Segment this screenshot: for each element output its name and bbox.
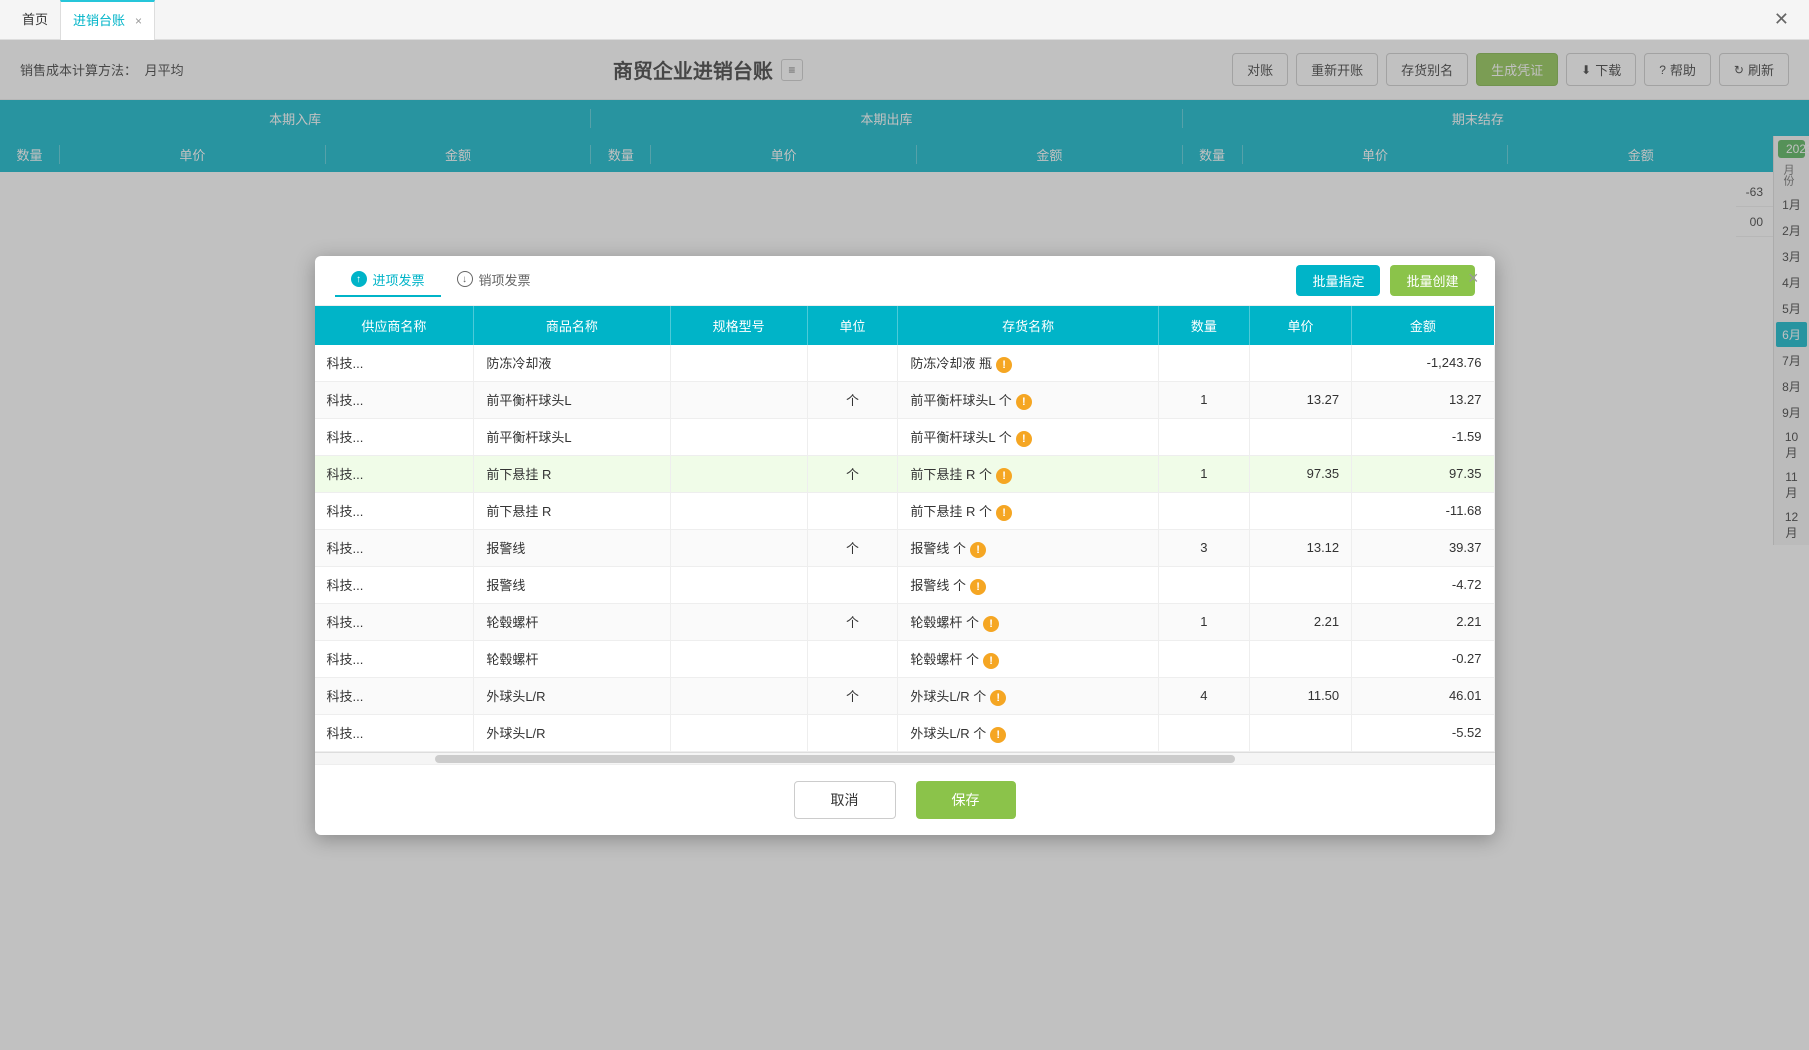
table-row[interactable]: 科技... 前下悬挂 R 个 前下悬挂 R 个! 1 97.35 97.35	[315, 455, 1495, 492]
sales-invoice-icon: ↓	[457, 271, 473, 287]
warning-icon: !	[970, 579, 986, 595]
col-supplier: 供应商名称	[315, 306, 474, 345]
modal-footer: 取消 保存	[315, 764, 1495, 835]
save-button[interactable]: 保存	[916, 781, 1016, 819]
table-row[interactable]: 科技... 轮毂螺杆 轮毂螺杆 个! -0.27	[315, 640, 1495, 677]
warning-icon: !	[996, 357, 1012, 373]
table-row[interactable]: 科技... 外球头L/R 个 外球头L/R 个! 4 11.50 46.01	[315, 677, 1495, 714]
tab-inbound-invoice[interactable]: ↑ 进项发票	[335, 264, 441, 297]
table-row[interactable]: 科技... 报警线 个 报警线 个! 3 13.12 39.37	[315, 529, 1495, 566]
modal-header: ↑ 进项发票 ↓ 销项发票 批量指定 批量创建	[315, 256, 1495, 306]
main-content: 销售成本计算方法： 月平均 商贸企业进销台账 ≡ 对账 重新开账 存货别名 生成…	[0, 40, 1809, 1050]
close-tab-icon[interactable]: ×	[135, 1, 142, 41]
col-quantity: 数量	[1158, 306, 1249, 345]
table-header-row: 供应商名称 商品名称 规格型号 单位	[315, 306, 1495, 345]
table-row[interactable]: 科技... 报警线 报警线 个! -4.72	[315, 566, 1495, 603]
table-row[interactable]: 科技... 前下悬挂 R 前下悬挂 R 个! -11.68	[315, 492, 1495, 529]
warning-icon: !	[996, 468, 1012, 484]
table-row[interactable]: 科技... 前平衡杆球头L 前平衡杆球头L 个! -1.59	[315, 418, 1495, 455]
modal-dialog: ↑ 进项发票 ↓ 销项发票 批量指定 批量创建	[315, 256, 1495, 835]
warning-icon: !	[1016, 394, 1032, 410]
window-close-button[interactable]: ✕	[1764, 9, 1799, 30]
modal-table: 供应商名称 商品名称 规格型号 单位	[315, 306, 1495, 764]
home-tab-label: 首页	[22, 12, 48, 27]
warning-icon: !	[990, 727, 1006, 743]
table-row[interactable]: 科技... 前平衡杆球头L 个 前平衡杆球头L 个! 1 13.27 13.27	[315, 381, 1495, 418]
table-row[interactable]: 科技... 外球头L/R 外球头L/R 个! -5.52	[315, 714, 1495, 751]
col-spec: 规格型号	[670, 306, 807, 345]
modal-close-button[interactable]: ×	[1468, 268, 1479, 289]
active-tab-label: 进销台账	[73, 1, 125, 41]
modal-tabs: ↑ 进项发票 ↓ 销项发票	[335, 264, 547, 297]
table-row[interactable]: 科技... 轮毂螺杆 个 轮毂螺杆 个! 1 2.21 2.21	[315, 603, 1495, 640]
scrollbar-thumb[interactable]	[435, 755, 1235, 763]
cancel-button[interactable]: 取消	[794, 781, 896, 819]
col-goods-name: 商品名称	[474, 306, 670, 345]
modal-header-actions: 批量指定 批量创建	[1296, 265, 1474, 296]
col-amount: 金额	[1352, 306, 1494, 345]
warning-icon: !	[983, 616, 999, 632]
warning-icon: !	[996, 505, 1012, 521]
tab-sales-invoice[interactable]: ↓ 销项发票	[441, 264, 547, 297]
table-row[interactable]: 科技... 防冻冷却液 防冻冷却液 瓶! -1,243.76	[315, 345, 1495, 382]
horizontal-scrollbar[interactable]	[315, 752, 1495, 764]
modal-backdrop: ↑ 进项发票 ↓ 销项发票 批量指定 批量创建	[0, 40, 1809, 1050]
top-bar: 首页 进销台账 × ✕	[0, 0, 1809, 40]
col-unit: 单位	[807, 306, 898, 345]
warning-icon: !	[983, 653, 999, 669]
warning-icon: !	[970, 542, 986, 558]
col-stock-name: 存货名称	[898, 306, 1159, 345]
warning-icon: !	[990, 690, 1006, 706]
warning-icon: !	[1016, 431, 1032, 447]
inbound-invoice-icon: ↑	[351, 271, 367, 287]
active-tab[interactable]: 进销台账 ×	[60, 0, 155, 40]
batch-create-button[interactable]: 批量创建	[1390, 265, 1474, 296]
home-tab[interactable]: 首页	[10, 0, 60, 40]
batch-assign-button[interactable]: 批量指定	[1296, 265, 1380, 296]
col-unit-price: 单价	[1249, 306, 1351, 345]
